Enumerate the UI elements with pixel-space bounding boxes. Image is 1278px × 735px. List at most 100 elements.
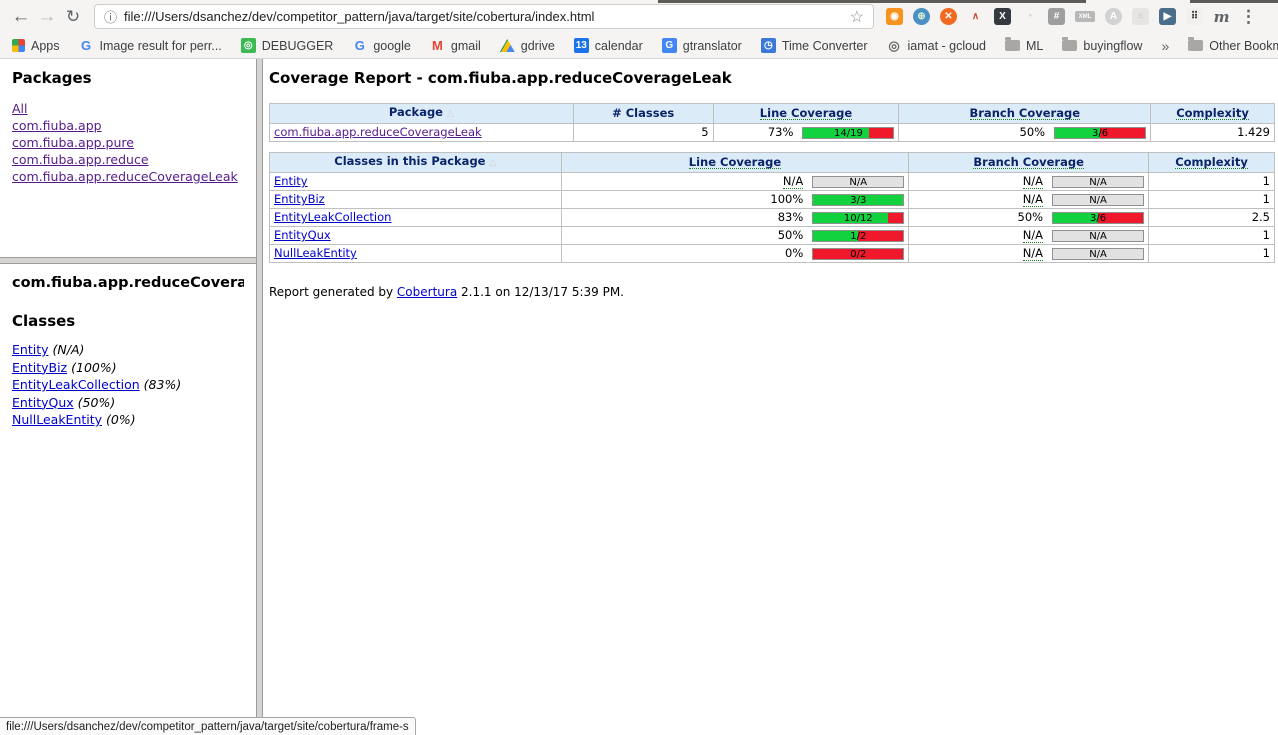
tabstrip-edge [658, 0, 1086, 3]
globe-icon[interactable]: ⊕ [913, 8, 930, 25]
header-line-coverage[interactable]: Line Coverage [712, 103, 900, 124]
bookmark-item[interactable]: G Image result for perr... [79, 38, 222, 53]
bookmark-item[interactable]: ML [1005, 37, 1044, 53]
package-link[interactable]: com.fiuba.app [12, 117, 244, 134]
coverage-cell: N/A N/A [908, 244, 1150, 263]
folder-icon [1188, 37, 1204, 51]
reload-icon[interactable]: ↻ [60, 2, 86, 32]
coverage-bar-label: N/A [1089, 248, 1107, 260]
play-icon[interactable]: ▶ [1159, 8, 1176, 25]
vertical-frame-divider[interactable] [256, 59, 263, 734]
bookmark-item[interactable]: Ggtranslator [661, 38, 742, 53]
class-name-cell: Entity [269, 172, 562, 191]
header-package[interactable]: Package △ [269, 103, 574, 124]
cobertura-link[interactable]: Cobertura [397, 285, 457, 299]
bookmark-item[interactable]: buyingflow [1062, 37, 1142, 53]
bookmark-item[interactable]: ◷ Time Converter [760, 38, 867, 53]
coverage-bar-label: 3/6 [1090, 212, 1107, 224]
class-link[interactable]: EntityBiz [12, 360, 67, 375]
rss-icon[interactable]: ◉ [886, 8, 903, 25]
class-link[interactable]: EntityLeakCollection [12, 377, 140, 392]
num-classes-cell: 5 [572, 123, 714, 142]
bookmark-item[interactable]: Ggoogle [352, 38, 411, 53]
horizontal-frame-divider[interactable] [0, 257, 256, 264]
header-complexity[interactable]: Complexity [1150, 103, 1275, 124]
class-link[interactable]: EntityQux [274, 228, 331, 242]
forward-icon[interactable]: → [34, 2, 60, 32]
package-link[interactable]: com.fiuba.app.reduceCoverageLeak [274, 125, 482, 139]
header-branch-coverage[interactable]: Branch Coverage [908, 152, 1150, 173]
header-line-coverage[interactable]: Line Coverage [560, 152, 910, 173]
coverage-bar: 3/6 [1054, 126, 1147, 139]
package-link[interactable]: com.fiuba.app.pure [12, 134, 244, 151]
debugger-icon: ◎ [240, 38, 256, 53]
browser-menu-icon[interactable]: ⋮ [1240, 7, 1257, 27]
url-text[interactable]: file:///Users/dsanchez/dev/competitor_pa… [124, 9, 850, 24]
wheel-icon[interactable]: ✕ [940, 8, 957, 25]
table-row: EntityLeakCollection 83% 10/12 50% 3/6 2.5 [269, 208, 1275, 227]
class-link[interactable]: NullLeakEntity [12, 412, 102, 427]
package-link[interactable]: com.fiuba.app.reduce [12, 151, 244, 168]
medium-icon[interactable]: m [1213, 8, 1230, 26]
column-header-label: Branch Coverage [969, 106, 1080, 120]
coverage-bar-label: 3/3 [850, 194, 867, 206]
sort-ascending-icon[interactable]: △ [489, 158, 496, 168]
coverage-bar: 10/12 [812, 211, 905, 224]
package-link[interactable]: com.fiuba.app.reduceCoverageLeak [12, 168, 244, 185]
bookmark-item[interactable]: Mgmail [430, 38, 481, 53]
table-row: Entity N/A N/A N/A N/A 1 [269, 172, 1275, 191]
bookmarks-overflow-chevron[interactable]: » [1161, 38, 1169, 54]
class-link[interactable]: EntityBiz [274, 192, 325, 206]
coverage-percent: N/A [1022, 246, 1044, 261]
swirl-icon[interactable]: ◔ [1021, 8, 1038, 25]
bookmark-star-icon[interactable]: ☆ [850, 7, 864, 27]
class-link[interactable]: EntityQux [12, 395, 74, 410]
coverage-bar-label: N/A [849, 176, 868, 188]
faded-extension-icon[interactable]: ≡ [1132, 8, 1149, 25]
other-bookmarks[interactable]: Other Bookmarks [1188, 37, 1278, 53]
packages-list: All com.fiuba.app com.fiuba.app.pure com.fi… [12, 100, 244, 185]
header-num-classes[interactable]: # Classes [572, 103, 714, 124]
hash-icon[interactable]: # [1048, 8, 1065, 25]
other-bookmarks-label: Other Bookmarks [1209, 38, 1278, 53]
header-classes-in-package[interactable]: Classes in this Package △ [269, 152, 562, 173]
class-link[interactable]: Entity [274, 174, 308, 188]
clock-icon: ◷ [760, 38, 776, 53]
bookmark-item[interactable]: ◎ iamat - gcloud [886, 38, 986, 53]
package-detail-frame: com.fiuba.app.reduceCoverageLeak Classes… [0, 264, 256, 734]
coverage-cell: 0% 0/2 [560, 244, 910, 263]
header-complexity[interactable]: Complexity [1148, 152, 1275, 173]
coverage-bar-na: N/A [1052, 175, 1145, 188]
bookmark-item[interactable]: 13 calendar [573, 38, 643, 53]
angular-icon[interactable]: A [1105, 8, 1122, 25]
back-icon[interactable]: ← [8, 2, 34, 32]
xml-icon[interactable]: XML [1075, 11, 1095, 22]
bookmark-label: ML [1026, 38, 1044, 53]
bookmark-item[interactable]: gdrive [499, 39, 555, 53]
package-link[interactable]: All [12, 100, 244, 117]
package-summary-table: Package △ # Classes Line Coverage Branch Cov… [269, 103, 1275, 142]
x-extension-icon[interactable]: X [994, 8, 1011, 25]
class-name-cell: EntityBiz [269, 190, 562, 209]
column-header-label: Line Coverage [688, 155, 782, 169]
bookmark-label: gmail [450, 38, 481, 53]
bookmark-item[interactable]: ◎ DEBUGGER [240, 38, 333, 53]
class-coverage-percent: (0%) [106, 412, 136, 427]
page-info-icon[interactable]: ⓘ [104, 7, 117, 26]
sort-ascending-icon[interactable]: △ [447, 109, 454, 119]
header-branch-coverage[interactable]: Branch Coverage [898, 103, 1152, 124]
boomerang-icon[interactable]: ∧ [967, 8, 984, 25]
class-link[interactable]: NullLeakEntity [274, 246, 357, 260]
class-link[interactable]: EntityLeakCollection [274, 210, 391, 224]
qr-scan-icon[interactable]: ⠿ [1186, 8, 1203, 25]
coverage-cell: N/A N/A [908, 190, 1150, 209]
classes-list: Entity (N/A) EntityBiz (100%) EntityLeakColl… [12, 341, 244, 429]
bookmark-label: calendar [594, 38, 643, 53]
url-bar[interactable]: ⓘ file:///Users/dsanchez/dev/competitor_… [94, 4, 874, 29]
coverage-cell: N/A N/A [560, 172, 910, 191]
coverage-bar-label: N/A [1089, 194, 1107, 206]
complexity-cell: 1 [1148, 190, 1275, 209]
apps-shortcut[interactable]: Apps [12, 39, 60, 53]
coverage-bar: 3/3 [812, 193, 905, 206]
class-link[interactable]: Entity [12, 342, 49, 357]
